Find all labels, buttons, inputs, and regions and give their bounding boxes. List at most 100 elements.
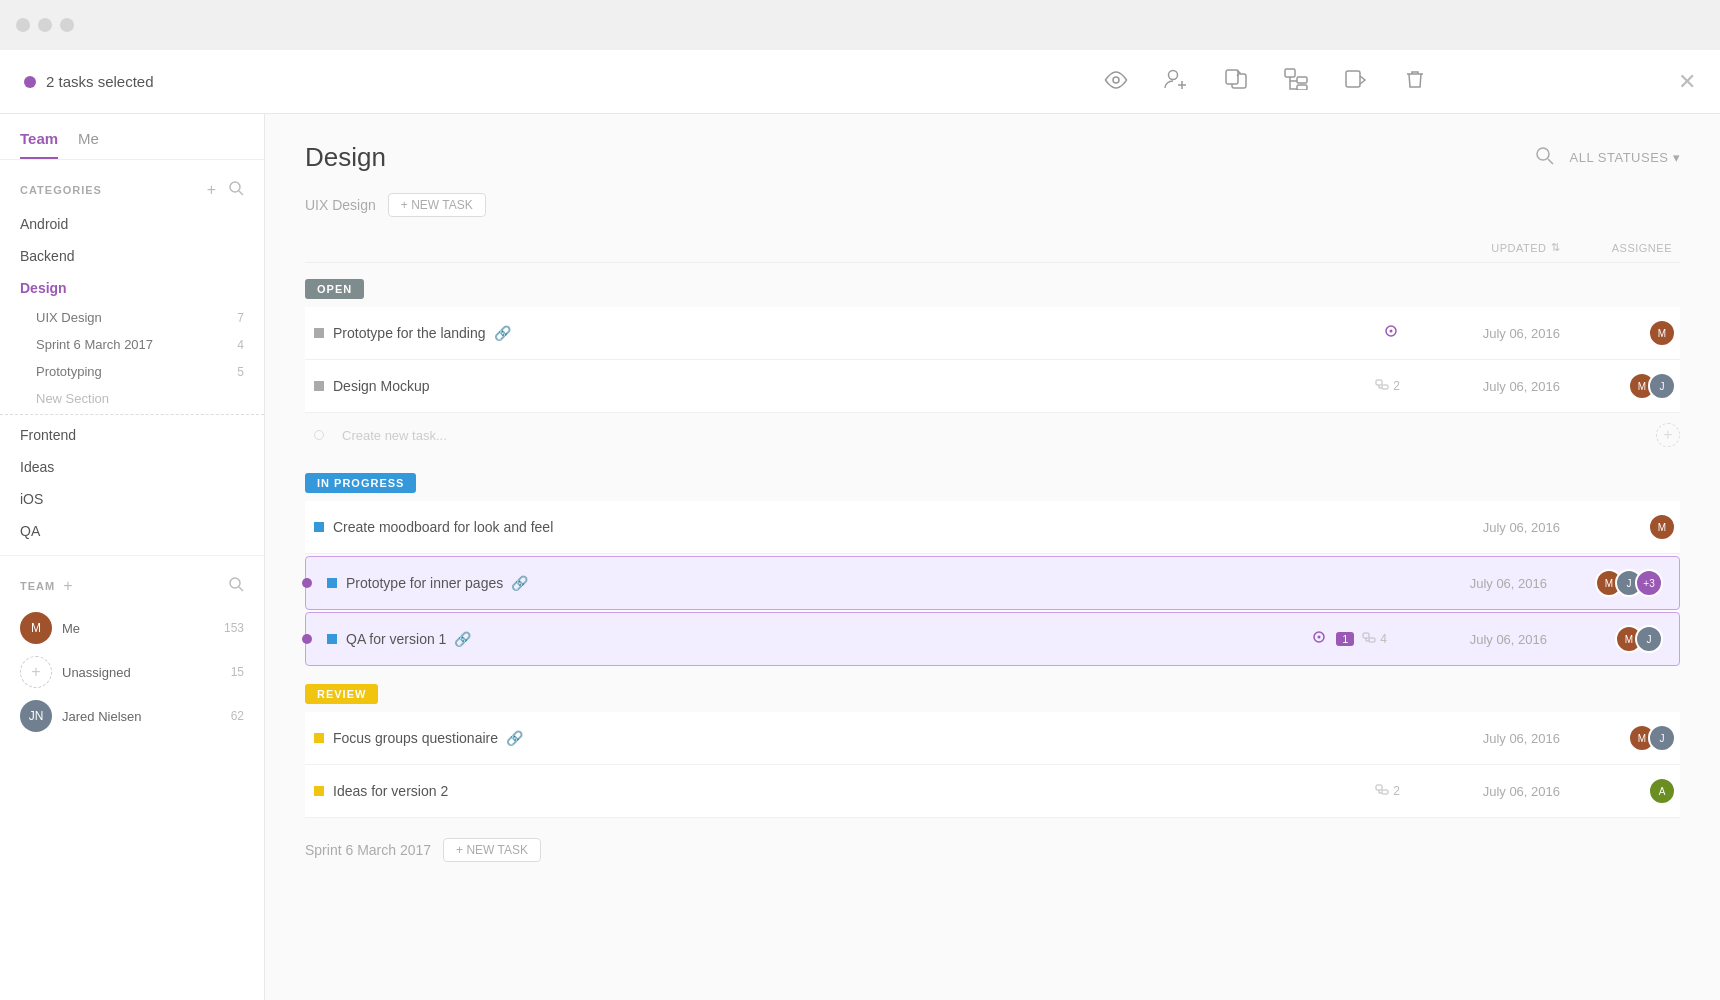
task-checkbox[interactable] [305, 733, 333, 743]
svg-line-12 [239, 587, 243, 591]
sidebar-item-frontend[interactable]: Frontend [0, 419, 264, 451]
task-checkbox[interactable] [305, 786, 333, 796]
task-square [314, 328, 324, 338]
categories-add-icon[interactable]: + [207, 181, 216, 199]
svg-rect-6 [1297, 77, 1307, 83]
sidebar-item-design[interactable]: Design [0, 272, 264, 304]
task-checkbox[interactable] [318, 578, 346, 588]
watch-icon [1310, 628, 1328, 650]
trash-icon[interactable] [1404, 68, 1426, 96]
task-name: Ideas for version 2 [333, 783, 1375, 799]
task-date: July 06, 2016 [1400, 731, 1560, 746]
create-task-row[interactable]: Create new task... + [305, 413, 1680, 457]
sidebar: Team Me CATEGORIES + Android Backend Des… [0, 114, 265, 1000]
svg-rect-22 [1369, 638, 1375, 642]
svg-point-20 [1318, 636, 1321, 639]
traffic-light-maximize[interactable] [60, 18, 74, 32]
traffic-light-minimize[interactable] [38, 18, 52, 32]
team-member-unassigned[interactable]: + Unassigned 15 [20, 650, 244, 694]
task-meta: 2 [1375, 784, 1400, 798]
sidebar-subitem-uix-design[interactable]: UIX Design 7 [0, 304, 264, 331]
link-icon: 🔗 [454, 631, 471, 647]
task-row[interactable]: Create moodboard for look and feel July … [305, 501, 1680, 554]
sidebar-item-qa[interactable]: QA [0, 515, 264, 547]
tab-team[interactable]: Team [20, 130, 58, 159]
task-square [314, 522, 324, 532]
svg-point-9 [230, 182, 240, 192]
sidebar-subitem-prototyping[interactable]: Prototyping 5 [0, 358, 264, 385]
all-statuses-button[interactable]: ALL STATUSES ▾ [1570, 150, 1680, 165]
subitem-new-section-label: New Section [36, 391, 109, 406]
subitem-prototyping-count: 5 [237, 365, 244, 379]
section-tab-label[interactable]: UIX Design [305, 197, 376, 213]
team-member-jared-count: 62 [231, 709, 244, 723]
forward-icon[interactable] [1344, 68, 1368, 96]
status-group-review: REVIEW Focus groups questionaire 🔗 July … [305, 668, 1680, 818]
categories-label: CATEGORIES [20, 184, 102, 196]
main-layout: Team Me CATEGORIES + Android Backend Des… [0, 114, 1720, 1000]
task-row-selected[interactable]: Prototype for inner pages 🔗 July 06, 201… [305, 556, 1680, 610]
task-checkbox[interactable] [305, 381, 333, 391]
team-section: TEAM + M Me 153 + Unassigned 15 JN Jared… [0, 564, 264, 746]
task-row[interactable]: Ideas for version 2 2 July 06, 2016 A [305, 765, 1680, 818]
tab-me[interactable]: Me [78, 130, 99, 159]
task-row[interactable]: Prototype for the landing 🔗 July 06, 201… [305, 307, 1680, 360]
task-assignees: A [1560, 777, 1680, 805]
col-updated-header[interactable]: UPDATED ⇅ [1400, 241, 1560, 254]
task-checkbox[interactable] [305, 328, 333, 338]
selected-indicator [302, 578, 312, 588]
task-assignees: M J [1547, 625, 1667, 653]
subtask-count: 2 [1375, 379, 1400, 393]
svg-rect-21 [1363, 633, 1369, 638]
watch-icon[interactable] [1104, 69, 1128, 95]
task-square [327, 578, 337, 588]
task-row[interactable]: Design Mockup 2 July 06, 2016 M J [305, 360, 1680, 413]
task-checkbox[interactable] [318, 634, 346, 644]
traffic-light-close[interactable] [16, 18, 30, 32]
task-date: July 06, 2016 [1387, 632, 1547, 647]
sidebar-item-ideas[interactable]: Ideas [0, 451, 264, 483]
add-person-icon[interactable] [1164, 68, 1188, 96]
task-meta: 2 [1375, 379, 1400, 393]
sidebar-item-android[interactable]: Android [0, 208, 264, 240]
task-assignees: M [1560, 513, 1680, 541]
team-search-icon[interactable] [228, 576, 244, 596]
task-square [314, 733, 324, 743]
team-member-me[interactable]: M Me 153 [20, 606, 244, 650]
team-member-jared-name: Jared Nielsen [62, 709, 221, 724]
subtask-icon[interactable] [1284, 68, 1308, 96]
create-task-plus-icon[interactable]: + [1656, 423, 1680, 447]
task-date: July 06, 2016 [1400, 784, 1560, 799]
sidebar-item-ios[interactable]: iOS [0, 483, 264, 515]
task-row-selected[interactable]: QA for version 1 🔗 1 4 [305, 612, 1680, 666]
categories-search-icon[interactable] [228, 180, 244, 200]
task-name: Focus groups questionaire 🔗 [333, 730, 1400, 746]
task-square [314, 786, 324, 796]
move-icon[interactable] [1224, 68, 1248, 96]
sidebar-item-backend[interactable]: Backend [0, 240, 264, 272]
task-meta [1382, 322, 1400, 344]
status-group-in-progress: IN PROGRESS Create moodboard for look an… [305, 457, 1680, 666]
task-name: Create moodboard for look and feel [333, 519, 1400, 535]
subitem-uix-design-label: UIX Design [36, 310, 102, 325]
team-add-icon[interactable]: + [63, 577, 72, 595]
team-member-unassigned-name: Unassigned [62, 665, 221, 680]
task-name: QA for version 1 🔗 [346, 631, 1310, 647]
sprint-new-task-button[interactable]: + NEW TASK [443, 838, 541, 862]
team-member-jared[interactable]: JN Jared Nielsen 62 [20, 694, 244, 738]
page-header-right: ALL STATUSES ▾ [1534, 145, 1680, 170]
sprint-tab-label[interactable]: Sprint 6 March 2017 [305, 842, 431, 858]
task-row[interactable]: Focus groups questionaire 🔗 July 06, 201… [305, 712, 1680, 765]
watch-icon[interactable] [1382, 322, 1400, 344]
new-task-button[interactable]: + NEW TASK [388, 193, 486, 217]
sidebar-subitem-sprint[interactable]: Sprint 6 March 2017 4 [0, 331, 264, 358]
task-date: July 06, 2016 [1387, 576, 1547, 591]
create-task-placeholder: Create new task... [342, 428, 447, 443]
task-checkbox[interactable] [305, 522, 333, 532]
team-member-me-count: 153 [224, 621, 244, 635]
task-number-badge: 1 [1336, 632, 1354, 646]
avatar: J [1648, 724, 1676, 752]
header-search-icon[interactable] [1534, 145, 1554, 170]
close-button[interactable]: ✕ [1678, 69, 1696, 95]
sidebar-subitem-new-section[interactable]: New Section [0, 385, 264, 415]
